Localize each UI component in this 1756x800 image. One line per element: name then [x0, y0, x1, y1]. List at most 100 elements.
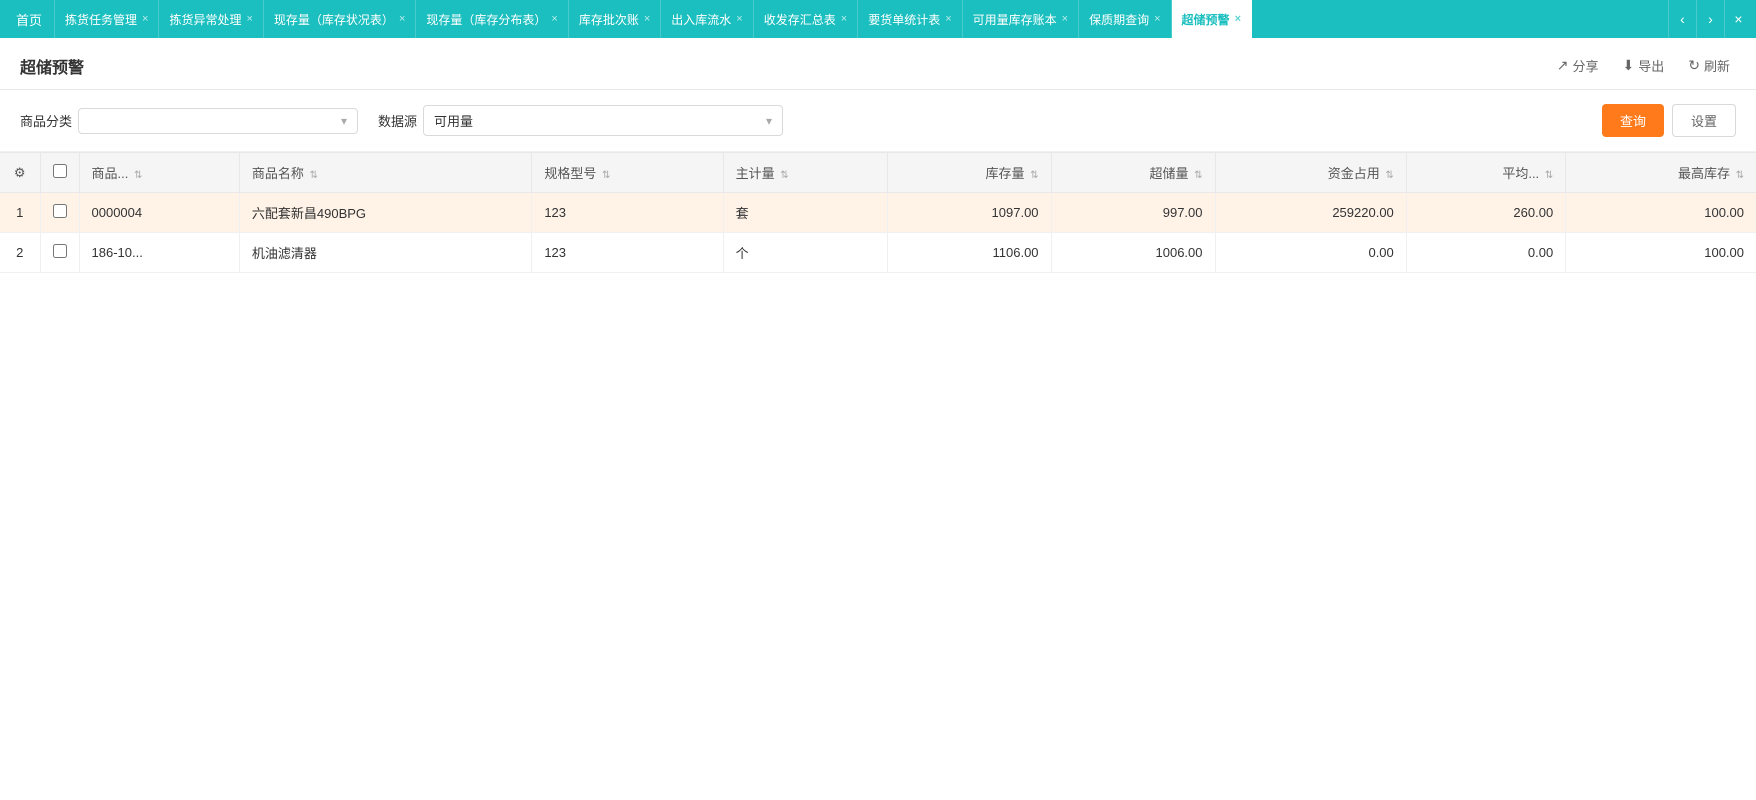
th-spec: 规格型号 ⇅ [532, 153, 723, 193]
close-tab-icon[interactable]: × [399, 13, 405, 25]
row-avg: 260.00 [1406, 193, 1565, 233]
close-tab-icon[interactable]: × [142, 13, 148, 25]
close-tab-icon[interactable]: × [1062, 13, 1068, 25]
th-capital: 资金占用 ⇅ [1215, 153, 1406, 193]
row-spec: 123 [532, 193, 723, 233]
nav-tab-jianhuoyichang[interactable]: 拣货异常处理 × [159, 0, 263, 38]
row-unit: 个 [723, 233, 887, 273]
nav-tab-yaohuo[interactable]: 要货单统计表 × [858, 0, 962, 38]
close-tab-icon[interactable]: × [644, 13, 650, 25]
row-stock: 1106.00 [887, 233, 1051, 273]
refresh-button[interactable]: ↻ 刷新 [1682, 52, 1736, 79]
datasource-dropdown-icon: ▾ [766, 114, 772, 128]
th-code: 商品... ⇅ [79, 153, 239, 193]
data-table: ⚙ 商品... ⇅ 商品名称 ⇅ 规格型号 ⇅ [0, 152, 1756, 273]
nav-tab-baozhiqi[interactable]: 保质期查询 × [1079, 0, 1171, 38]
sort-overstock-icon[interactable]: ⇅ [1194, 170, 1202, 181]
sort-unit-icon[interactable]: ⇅ [780, 170, 788, 181]
row-index: 1 [0, 193, 40, 233]
nav-tab-chaochuyujing[interactable]: 超储预警 × [1172, 0, 1252, 38]
query-button[interactable]: 查询 [1602, 104, 1664, 137]
nav-close-button[interactable]: × [1724, 0, 1752, 38]
th-unit: 主计量 ⇅ [723, 153, 887, 193]
category-label: 商品分类 [20, 111, 72, 130]
row-checkbox[interactable] [53, 244, 67, 258]
datasource-label: 数据源 [378, 111, 417, 130]
close-tab-icon[interactable]: × [1154, 13, 1160, 25]
nav-arrows: ‹ › × [1668, 0, 1752, 38]
nav-tab-xiancunliangfenbu[interactable]: 现存量（库存分布表） × [416, 0, 568, 38]
settings-button[interactable]: 设置 [1672, 104, 1736, 137]
row-checkbox-cell[interactable] [40, 193, 79, 233]
close-tab-icon[interactable]: × [945, 13, 951, 25]
row-maxstock: 100.00 [1566, 233, 1756, 273]
header-actions: ↗ 分享 ⬇ 导出 ↻ 刷新 [1551, 52, 1736, 79]
sort-avg-icon[interactable]: ⇅ [1545, 170, 1553, 181]
nav-tab-shofacunhuizong[interactable]: 收发存汇总表 × [754, 0, 858, 38]
page-container: 超储预警 ↗ 分享 ⬇ 导出 ↻ 刷新 商品分类 ▾ 数据源 [0, 38, 1756, 800]
row-code: 0000004 [79, 193, 239, 233]
nav-tab-keyongliang[interactable]: 可用量库存账本 × [963, 0, 1079, 38]
th-checkbox[interactable] [40, 153, 79, 193]
row-name: 六配套新昌490BPG [239, 193, 531, 233]
row-overstock: 997.00 [1051, 193, 1215, 233]
filter-row: 商品分类 ▾ 数据源 可用量 ▾ 查询 设置 [0, 90, 1756, 152]
row-spec: 123 [532, 233, 723, 273]
sort-spec-icon[interactable]: ⇅ [602, 170, 610, 181]
nav-prev-button[interactable]: ‹ [1668, 0, 1696, 38]
th-gear[interactable]: ⚙ [0, 153, 40, 193]
row-checkbox-cell[interactable] [40, 233, 79, 273]
page-title: 超储预警 [20, 54, 84, 78]
top-nav: 首页 拣货任务管理 × 拣货异常处理 × 现存量（库存状况表） × 现存量（库存… [0, 0, 1756, 38]
th-name: 商品名称 ⇅ [239, 153, 531, 193]
page-header: 超储预警 ↗ 分享 ⬇ 导出 ↻ 刷新 [0, 38, 1756, 90]
row-avg: 0.00 [1406, 233, 1565, 273]
filter-buttons: 查询 设置 [1602, 104, 1736, 137]
datasource-select-value: 可用量 [434, 111, 473, 130]
category-select[interactable]: ▾ [78, 108, 358, 134]
row-capital: 259220.00 [1215, 193, 1406, 233]
sort-capital-icon[interactable]: ⇅ [1385, 170, 1393, 181]
row-capital: 0.00 [1215, 233, 1406, 273]
close-tab-icon[interactable]: × [551, 13, 557, 25]
th-overstock: 超储量 ⇅ [1051, 153, 1215, 193]
row-name: 机油滤清器 [239, 233, 531, 273]
select-all-checkbox[interactable] [53, 164, 67, 178]
row-index: 2 [0, 233, 40, 273]
nav-tab-churukuliushui[interactable]: 出入库流水 × [661, 0, 753, 38]
nav-tab-xiancunliangzhuangkuang[interactable]: 现存量（库存状况表） × [264, 0, 416, 38]
datasource-select[interactable]: 可用量 ▾ [423, 105, 783, 136]
sort-name-icon[interactable]: ⇅ [310, 170, 318, 181]
table-row: 1 0000004 六配套新昌490BPG 123 套 1097.00 997.… [0, 193, 1756, 233]
row-overstock: 1006.00 [1051, 233, 1215, 273]
share-button[interactable]: ↗ 分享 [1551, 52, 1605, 79]
category-filter: 商品分类 ▾ [20, 108, 358, 134]
export-icon: ⬇ [1623, 57, 1635, 74]
close-tab-icon[interactable]: × [841, 13, 847, 25]
close-tab-icon[interactable]: × [246, 13, 252, 25]
nav-next-button[interactable]: › [1696, 0, 1724, 38]
category-dropdown-icon: ▾ [341, 114, 347, 128]
table-row: 2 186-10... 机油滤清器 123 个 1106.00 1006.00 … [0, 233, 1756, 273]
table-header-row: ⚙ 商品... ⇅ 商品名称 ⇅ 规格型号 ⇅ [0, 153, 1756, 193]
row-checkbox[interactable] [53, 204, 67, 218]
table-container: ⚙ 商品... ⇅ 商品名称 ⇅ 规格型号 ⇅ [0, 152, 1756, 273]
close-tab-active-icon[interactable]: × [1235, 13, 1241, 25]
th-maxstock: 最高库存 ⇅ [1566, 153, 1756, 193]
datasource-filter: 数据源 可用量 ▾ [378, 105, 783, 136]
th-stock: 库存量 ⇅ [887, 153, 1051, 193]
export-button[interactable]: ⬇ 导出 [1617, 52, 1671, 79]
nav-home[interactable]: 首页 [4, 0, 55, 38]
sort-maxstock-icon[interactable]: ⇅ [1736, 170, 1744, 181]
nav-tab-kucunpici[interactable]: 库存批次账 × [569, 0, 661, 38]
share-icon: ↗ [1557, 57, 1569, 74]
nav-tab-jianhuorenwu[interactable]: 拣货任务管理 × [55, 0, 159, 38]
row-unit: 套 [723, 193, 887, 233]
refresh-icon: ↻ [1688, 57, 1700, 74]
sort-code-icon[interactable]: ⇅ [134, 170, 142, 181]
table-body: 1 0000004 六配套新昌490BPG 123 套 1097.00 997.… [0, 193, 1756, 273]
close-tab-icon[interactable]: × [736, 13, 742, 25]
row-maxstock: 100.00 [1566, 193, 1756, 233]
row-code: 186-10... [79, 233, 239, 273]
sort-stock-icon[interactable]: ⇅ [1030, 170, 1038, 181]
